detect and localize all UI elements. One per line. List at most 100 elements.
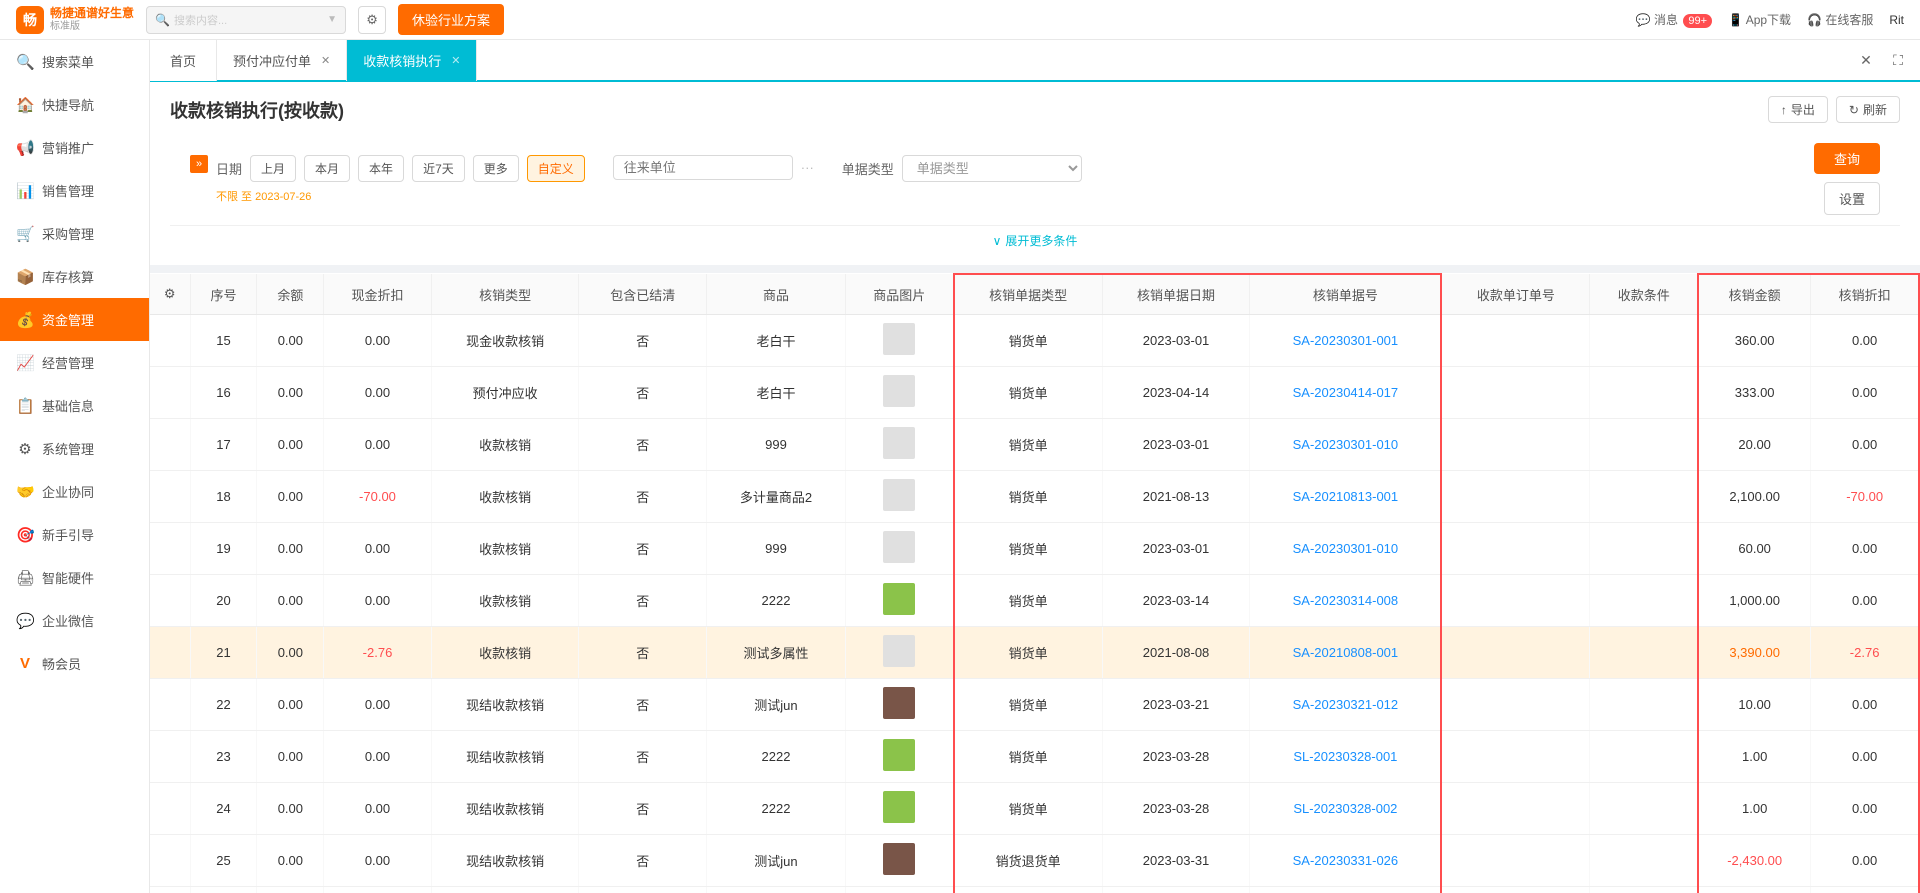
bill-no-link[interactable]: SA-20230314-008 [1293, 593, 1399, 608]
search-bar[interactable]: 🔍 搜索内容... ▼ [146, 6, 346, 34]
tab-prepay-close[interactable]: ✕ [321, 54, 330, 67]
sidebar-item-hardware[interactable]: 🖨 智能硬件 [0, 556, 149, 599]
home-icon: 🏠 [16, 96, 34, 114]
settings-icon[interactable]: ⚙ [358, 6, 386, 34]
td-cash-discount: 0.00 [324, 315, 431, 367]
sidebar-item-basic-info[interactable]: 📋 基础信息 [0, 384, 149, 427]
filter-collapse-icon[interactable]: » [190, 155, 208, 173]
sidebar-item-search[interactable]: 🔍 搜索菜单 [0, 40, 149, 83]
td-verify-bill-no: SA-20230321-012 [1250, 679, 1441, 731]
bill-type-select[interactable]: 单据类型 [902, 155, 1082, 182]
th-verify-type: 核销类型 [431, 274, 579, 315]
th-row-num: 序号 [190, 274, 257, 315]
bill-no-link[interactable]: SA-20210813-001 [1293, 489, 1399, 504]
page-header: 收款核销执行(按收款) ↑ 导出 ↻ 刷新 [150, 82, 1920, 265]
sidebar-item-operations[interactable]: 📈 经营管理 [0, 341, 149, 384]
td-verify-discount: 0.00 [1811, 575, 1919, 627]
sidebar-item-collab[interactable]: 🤝 企业协同 [0, 470, 149, 513]
td-cash-discount: 0.00 [324, 679, 431, 731]
table-row: 25 0.00 0.00 现结收款核销 否 测试jun 销货退货单 2023-0… [150, 835, 1919, 887]
td-cash-discount: 0.00 [324, 731, 431, 783]
bill-no-link[interactable]: SL-20230328-001 [1293, 749, 1397, 764]
tab-bar-actions: ✕ ⛶ [1852, 46, 1920, 74]
sidebar-item-member[interactable]: V 畅会员 [0, 642, 149, 685]
bill-no-link[interactable]: SA-20230414-017 [1293, 385, 1399, 400]
wechat-icon: 💬 [16, 612, 34, 630]
tab-prepay[interactable]: 预付冲应付单 ✕ [217, 40, 347, 81]
export-button[interactable]: ↑ 导出 [1768, 96, 1828, 123]
th-settings[interactable]: ⚙ [150, 274, 190, 315]
sidebar-item-wechat[interactable]: 💬 企业微信 [0, 599, 149, 642]
bill-no-link[interactable]: SA-20230301-010 [1293, 437, 1399, 452]
td-receipt-condition [1590, 731, 1698, 783]
date-this-year-btn[interactable]: 本年 [358, 155, 404, 182]
td-verify-discount: 0.00 [1811, 523, 1919, 575]
tab-verify[interactable]: 收款核销执行 ✕ [347, 40, 477, 81]
date-this-month-btn[interactable]: 本月 [304, 155, 350, 182]
td-verify-amount: 1.00 [1698, 731, 1811, 783]
date-range-display: 不限 至 2023-07-26 [216, 188, 585, 204]
counterparty-input[interactable] [613, 155, 793, 180]
sidebar-item-purchase[interactable]: 🛒 采购管理 [0, 212, 149, 255]
tab-verify-close[interactable]: ✕ [451, 54, 460, 67]
maximize-window-button[interactable]: ⛶ [1884, 46, 1912, 74]
date-custom-btn[interactable]: 自定义 [527, 155, 585, 182]
marketing-icon: 📢 [16, 139, 34, 157]
guide-icon: 🎯 [16, 526, 34, 544]
bill-no-link[interactable]: SL-20230328-002 [1293, 801, 1397, 816]
export-label: 导出 [1791, 101, 1815, 118]
td-product: 多计量商品2 [707, 471, 846, 523]
online-service-btn[interactable]: 🎧 在线客服 [1807, 11, 1873, 28]
sidebar-item-guide[interactable]: 🎯 新手引导 [0, 513, 149, 556]
sidebar-item-system[interactable]: ⚙ 系统管理 [0, 427, 149, 470]
td-verify-bill-type: 销货单 [954, 419, 1103, 471]
th-verify-amount: 核销金额 [1698, 274, 1811, 315]
td-verify-bill-type: 销货单 [954, 887, 1103, 893]
td-verify-bill-date: 2023-03-28 [1102, 783, 1250, 835]
notification-badge: 99+ [1683, 14, 1712, 28]
date-filter-label: 日期 [216, 159, 242, 178]
td-verify-bill-no: SA-20230331-026 [1250, 835, 1441, 887]
sidebar-item-sales[interactable]: 📊 销售管理 [0, 169, 149, 212]
td-verify-amount: 2,100.00 [1698, 471, 1811, 523]
query-button[interactable]: 查询 [1814, 143, 1880, 174]
td-verify-type: 预收款核销 [431, 887, 579, 893]
app-download-btn[interactable]: 📱 App下载 [1728, 11, 1791, 28]
sidebar-item-inventory[interactable]: 📦 库存核算 [0, 255, 149, 298]
industry-solution-button[interactable]: 休验行业方案 [398, 4, 504, 35]
bill-no-link[interactable]: SA-20230331-026 [1293, 853, 1399, 868]
date-7days-btn[interactable]: 近7天 [412, 155, 465, 182]
sidebar-label-marketing: 营销推广 [42, 138, 94, 157]
tab-home[interactable]: 首页 [150, 40, 217, 81]
td-verify-type: 现结收款核销 [431, 835, 579, 887]
date-more-btn[interactable]: 更多 [473, 155, 519, 182]
bill-no-link[interactable]: SA-20210808-001 [1293, 645, 1399, 660]
td-verify-type: 预付冲应收 [431, 367, 579, 419]
sidebar-label-collab: 企业协同 [42, 482, 94, 501]
close-window-button[interactable]: ✕ [1852, 46, 1880, 74]
sidebar-item-marketing[interactable]: 📢 营销推广 [0, 126, 149, 169]
settings-button[interactable]: 设置 [1824, 182, 1880, 215]
td-product: 2222 [707, 731, 846, 783]
expand-more-button[interactable]: ∨ 展开更多条件 [993, 232, 1078, 249]
search-icon: 🔍 [16, 53, 34, 71]
td-receipt-order-no [1441, 783, 1590, 835]
td-verify-amount: 10.00 [1698, 679, 1811, 731]
bill-no-link[interactable]: SA-20230301-001 [1293, 333, 1399, 348]
date-last-month-btn[interactable]: 上月 [250, 155, 296, 182]
refresh-button[interactable]: ↻ 刷新 [1836, 96, 1900, 123]
sidebar-item-finance[interactable]: 💰 资金管理 [0, 298, 149, 341]
message-btn[interactable]: 💬 消息 99+ [1636, 11, 1712, 28]
td-product-image [845, 575, 953, 627]
bill-no-link[interactable]: SA-20230301-010 [1293, 541, 1399, 556]
td-row-num: 20 [190, 575, 257, 627]
td-balance: 0.00 [257, 783, 324, 835]
td-product: 测试多属性 [707, 627, 846, 679]
bill-no-link[interactable]: SA-20230321-012 [1293, 697, 1399, 712]
td-verify-bill-type: 销货单 [954, 315, 1103, 367]
sidebar-label-inventory: 库存核算 [42, 267, 94, 286]
td-row-num: 22 [190, 679, 257, 731]
td-verify-bill-type: 销货单 [954, 575, 1103, 627]
sidebar-item-quick-nav[interactable]: 🏠 快捷导航 [0, 83, 149, 126]
search-placeholder: 搜索内容... [174, 12, 227, 28]
